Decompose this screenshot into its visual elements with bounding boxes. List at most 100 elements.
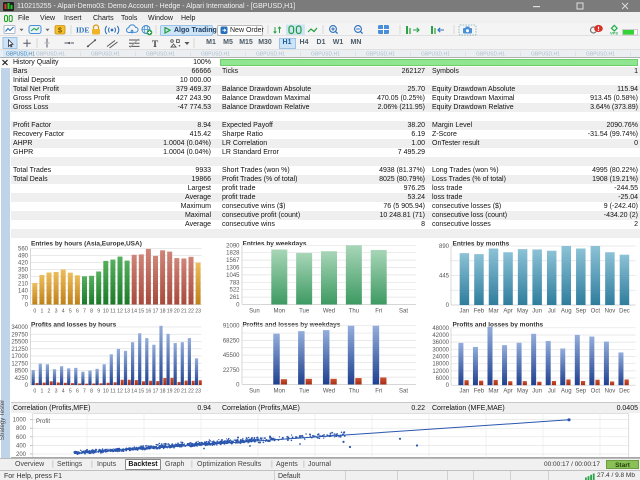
svg-text:21250: 21250 <box>11 347 28 353</box>
svg-text:25500: 25500 <box>11 340 28 346</box>
svg-text:15: 15 <box>138 309 144 315</box>
svg-text:Mar: Mar <box>488 309 498 315</box>
svg-text:15: 15 <box>138 389 144 395</box>
svg-text:Jul: Jul <box>548 389 556 395</box>
svg-text:91000: 91000 <box>223 324 240 330</box>
svg-text:445: 445 <box>439 274 450 280</box>
svg-text:560: 560 <box>18 247 29 253</box>
svg-text:Sun: Sun <box>249 389 260 395</box>
svg-text:280: 280 <box>18 275 29 281</box>
svg-text:210: 210 <box>18 282 29 288</box>
svg-text:Nov: Nov <box>605 309 616 315</box>
svg-text:May: May <box>517 389 528 395</box>
svg-text:12000: 12000 <box>432 369 449 375</box>
svg-text:13: 13 <box>124 309 130 315</box>
svg-text:2: 2 <box>48 389 51 395</box>
svg-text:7: 7 <box>83 389 86 395</box>
svg-text:400: 400 <box>16 443 27 449</box>
svg-text:890: 890 <box>439 244 450 250</box>
svg-text:0: 0 <box>25 303 29 309</box>
svg-text:0: 0 <box>236 303 240 309</box>
svg-text:48000: 48000 <box>432 326 449 332</box>
svg-text:36000: 36000 <box>432 340 449 346</box>
svg-text:Profits and losses by weekdays: Profits and losses by weekdays <box>243 322 341 329</box>
svg-text:9: 9 <box>97 309 100 315</box>
svg-text:16: 16 <box>146 309 152 315</box>
svg-text:14: 14 <box>131 389 137 395</box>
svg-text:Apr: Apr <box>503 389 512 395</box>
svg-text:Wed: Wed <box>323 389 335 395</box>
svg-text:1: 1 <box>40 389 43 395</box>
svg-text:22: 22 <box>188 309 194 315</box>
svg-text:42000: 42000 <box>432 333 449 339</box>
svg-text:8: 8 <box>90 309 93 315</box>
svg-text:Mon: Mon <box>273 309 285 315</box>
svg-text:Oct: Oct <box>591 389 601 395</box>
svg-text:Thu: Thu <box>349 309 359 315</box>
svg-text:Fri: Fri <box>375 389 382 395</box>
svg-text:VPS: VPS <box>610 31 618 36</box>
svg-text:Sun: Sun <box>249 309 260 315</box>
svg-text:Aug: Aug <box>561 389 572 395</box>
svg-text:3: 3 <box>55 389 58 395</box>
svg-text:420: 420 <box>18 261 29 267</box>
svg-text:522: 522 <box>229 288 240 294</box>
svg-text:Oct: Oct <box>591 309 601 315</box>
svg-text:Entries by weekdays: Entries by weekdays <box>243 241 307 248</box>
svg-text:0: 0 <box>25 383 29 389</box>
svg-text:0: 0 <box>33 309 36 315</box>
svg-text:2090: 2090 <box>226 243 240 249</box>
svg-text:6000: 6000 <box>436 376 450 382</box>
svg-text:2: 2 <box>48 309 51 315</box>
svg-text:Jul: Jul <box>548 309 556 315</box>
svg-text:11: 11 <box>110 309 115 315</box>
svg-text:1000: 1000 <box>13 418 27 424</box>
svg-text:140: 140 <box>18 289 29 295</box>
svg-text:600: 600 <box>16 435 27 441</box>
svg-text:20: 20 <box>174 309 180 315</box>
svg-text:20: 20 <box>174 389 180 395</box>
svg-text:6: 6 <box>76 389 79 395</box>
svg-text:17000: 17000 <box>11 354 28 360</box>
svg-text:Tue: Tue <box>299 389 310 395</box>
svg-text:18: 18 <box>160 389 166 395</box>
svg-text:4: 4 <box>62 309 65 315</box>
svg-text:6: 6 <box>76 309 79 315</box>
svg-text:Profits and losses by hours: Profits and losses by hours <box>31 322 117 329</box>
svg-text:Jun: Jun <box>532 389 542 395</box>
svg-text:261: 261 <box>229 295 240 301</box>
svg-text:Sat: Sat <box>399 309 408 315</box>
svg-text:0: 0 <box>236 383 240 389</box>
svg-text:Aug: Aug <box>561 309 572 315</box>
svg-text:30000: 30000 <box>432 347 449 353</box>
svg-text:17: 17 <box>153 389 159 395</box>
svg-text:Entries by months: Entries by months <box>453 241 510 248</box>
svg-text:0: 0 <box>446 303 450 309</box>
svg-text:Tue: Tue <box>299 309 310 315</box>
svg-text:13: 13 <box>124 389 130 395</box>
svg-text:8500: 8500 <box>15 369 29 375</box>
svg-text:22750: 22750 <box>223 368 240 374</box>
svg-text:1828: 1828 <box>226 251 240 257</box>
svg-text:783: 783 <box>229 280 240 286</box>
svg-text:12: 12 <box>117 389 123 395</box>
svg-text:23: 23 <box>195 309 201 315</box>
svg-text:14: 14 <box>131 309 137 315</box>
svg-text:10: 10 <box>103 309 109 315</box>
svg-text:490: 490 <box>18 254 29 260</box>
svg-text:Sep: Sep <box>575 389 586 395</box>
svg-text:8: 8 <box>90 389 93 395</box>
svg-text:4250: 4250 <box>15 376 29 382</box>
svg-text:18000: 18000 <box>432 362 449 368</box>
svg-text:Apr: Apr <box>503 309 512 315</box>
svg-text:3: 3 <box>55 309 58 315</box>
svg-text:19: 19 <box>167 389 173 395</box>
svg-text:May: May <box>517 309 528 315</box>
svg-text:1567: 1567 <box>226 258 240 264</box>
svg-text:12750: 12750 <box>11 361 28 367</box>
svg-text:Fri: Fri <box>375 309 382 315</box>
svg-text:1045: 1045 <box>226 273 240 279</box>
svg-text:21: 21 <box>181 389 187 395</box>
svg-text:Feb: Feb <box>474 389 485 395</box>
svg-text:21: 21 <box>181 309 187 315</box>
